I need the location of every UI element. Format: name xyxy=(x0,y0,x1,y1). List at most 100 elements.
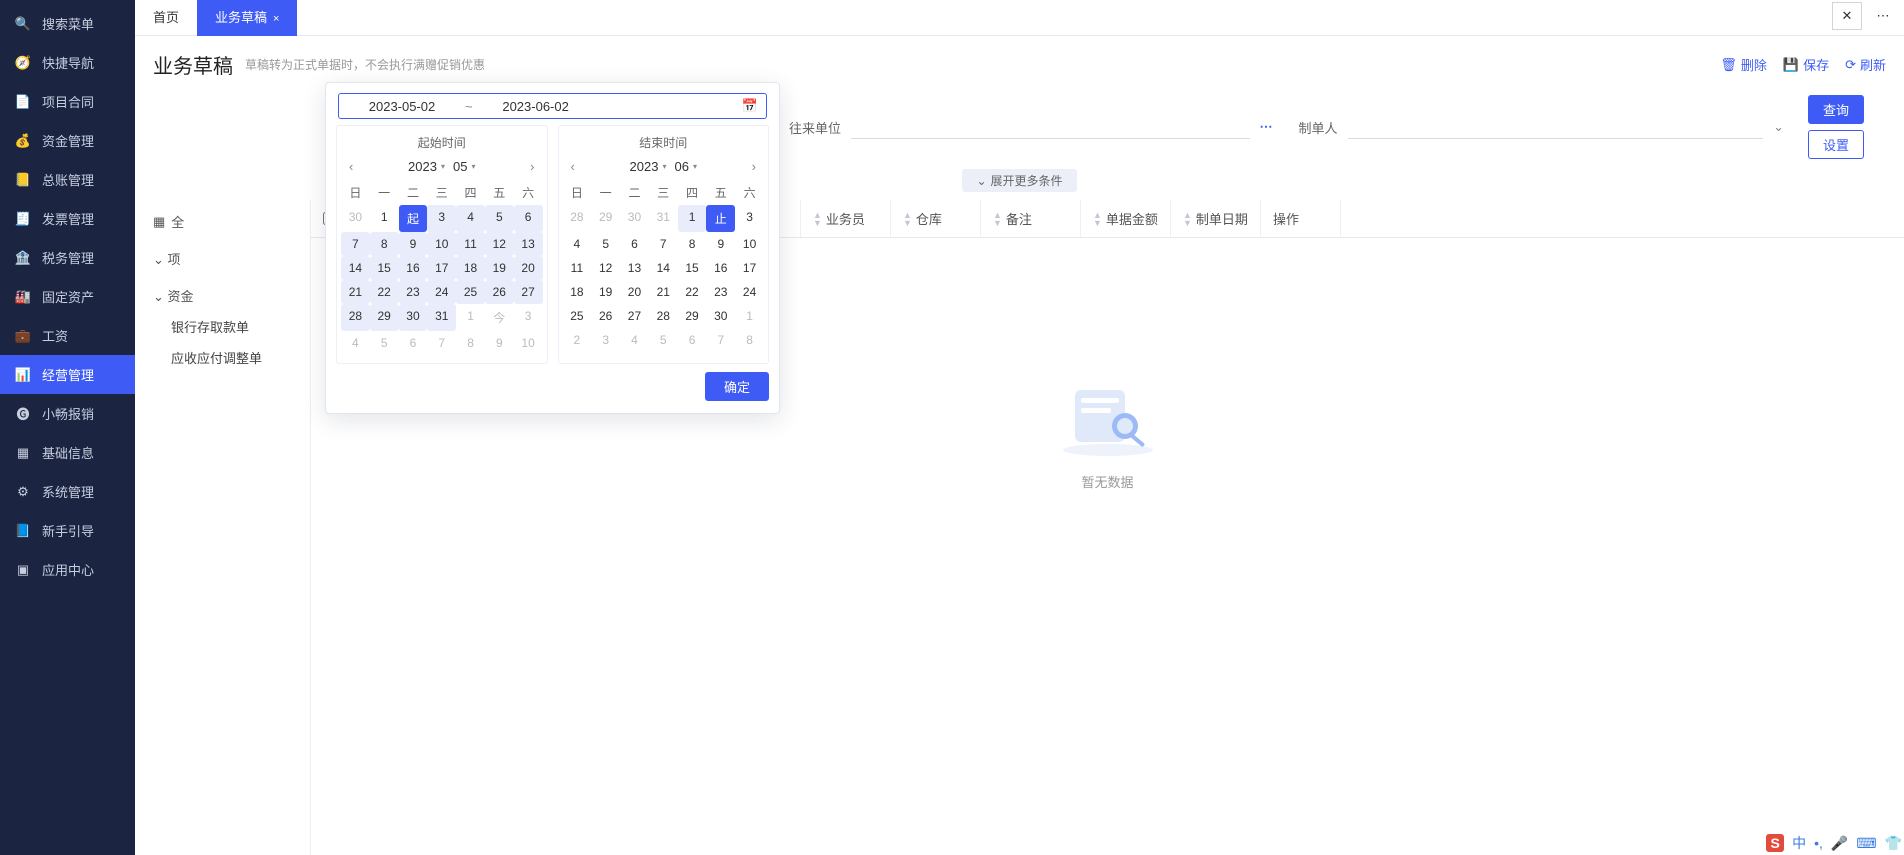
calendar-day[interactable]: 31 xyxy=(427,304,456,331)
calendar-day[interactable]: 起 xyxy=(399,205,428,232)
calendar-day[interactable]: 17 xyxy=(427,256,456,280)
sidebar-item-14[interactable]: ▣应用中心 xyxy=(0,550,135,589)
calendar-day[interactable]: 25 xyxy=(456,280,485,304)
next-month-icon[interactable]: › xyxy=(748,157,760,176)
calendar-day[interactable]: 28 xyxy=(341,304,370,331)
sidebar-item-10[interactable]: 🅖小畅报销 xyxy=(0,394,135,433)
calendar-day[interactable]: 3 xyxy=(427,205,456,232)
calendar-day[interactable]: 17 xyxy=(735,256,764,280)
calendar-day[interactable]: 7 xyxy=(341,232,370,256)
calendar-day[interactable]: 5 xyxy=(370,331,399,355)
calendar-day[interactable]: 11 xyxy=(456,232,485,256)
calendar-day[interactable]: 8 xyxy=(370,232,399,256)
calendar-day[interactable]: 3 xyxy=(514,304,543,331)
calendar-day[interactable]: 29 xyxy=(678,304,707,328)
calendar-day[interactable]: 1 xyxy=(735,304,764,328)
calendar-day[interactable]: 5 xyxy=(649,328,678,352)
calendar-icon[interactable]: 📅 xyxy=(742,98,758,114)
sort-icon[interactable]: ▲▼ xyxy=(813,211,822,227)
calendar-day[interactable]: 13 xyxy=(514,232,543,256)
left-item-1-0[interactable]: 银行存取款单 xyxy=(153,311,310,342)
calendar-day[interactable]: 18 xyxy=(563,280,592,304)
calendar-day[interactable]: 29 xyxy=(591,205,620,232)
calendar-day[interactable]: 5 xyxy=(485,205,514,232)
sidebar-item-12[interactable]: ⚙系统管理 xyxy=(0,472,135,511)
calendar-day[interactable]: 15 xyxy=(678,256,707,280)
column-3[interactable]: ▲▼业务员 xyxy=(801,200,891,237)
column-6[interactable]: ▲▼单据金额 xyxy=(1081,200,1171,237)
calendar-day[interactable]: 27 xyxy=(514,280,543,304)
calendar-day[interactable]: 25 xyxy=(563,304,592,328)
calendar-day[interactable]: 24 xyxy=(427,280,456,304)
expand-conditions-button[interactable]: ⌄ 展开更多条件 xyxy=(962,169,1076,192)
calendar-day[interactable]: 30 xyxy=(341,205,370,232)
sidebar-item-11[interactable]: ▦基础信息 xyxy=(0,433,135,472)
sidebar-item-13[interactable]: 📘新手引导 xyxy=(0,511,135,550)
left-all[interactable]: ▦ 全 xyxy=(153,212,310,231)
calendar-day[interactable]: 15 xyxy=(370,256,399,280)
sidebar-item-3[interactable]: 💰资金管理 xyxy=(0,121,135,160)
calendar-day[interactable]: 9 xyxy=(399,232,428,256)
mic-icon[interactable]: 🎤 xyxy=(1831,835,1848,852)
sidebar-item-6[interactable]: 🏦税务管理 xyxy=(0,238,135,277)
calendar-day[interactable]: 1 xyxy=(370,205,399,232)
calendar-day[interactable]: 9 xyxy=(485,331,514,355)
calendar-day[interactable]: 27 xyxy=(620,304,649,328)
year-select[interactable]: 2023▾ xyxy=(630,159,667,174)
calendar-day[interactable]: 30 xyxy=(399,304,428,331)
calendar-day[interactable]: 10 xyxy=(514,331,543,355)
sort-icon[interactable]: ▲▼ xyxy=(1093,211,1102,227)
calendar-day[interactable]: 23 xyxy=(706,280,735,304)
refresh-button[interactable]: ⟳ 刷新 xyxy=(1845,55,1886,74)
calendar-day[interactable]: 21 xyxy=(649,280,678,304)
keyboard-icon[interactable]: ⌨ xyxy=(1856,835,1876,852)
calendar-day[interactable]: 1 xyxy=(456,304,485,331)
sidebar-item-1[interactable]: 🧭快捷导航 xyxy=(0,43,135,82)
tab-drafts[interactable]: 业务草稿× xyxy=(197,0,297,36)
calendar-day[interactable]: 14 xyxy=(341,256,370,280)
calendar-day[interactable]: 10 xyxy=(427,232,456,256)
calendar-day[interactable]: 21 xyxy=(341,280,370,304)
calendar-day[interactable]: 7 xyxy=(649,232,678,256)
calendar-day[interactable]: 3 xyxy=(591,328,620,352)
calendar-day[interactable]: 13 xyxy=(620,256,649,280)
calendar-day[interactable]: 今 xyxy=(485,304,514,331)
sidebar-item-7[interactable]: 🏭固定资产 xyxy=(0,277,135,316)
calendar-day[interactable]: 6 xyxy=(514,205,543,232)
chevron-down-icon[interactable]: ⌄ xyxy=(1773,119,1784,135)
calendar-day[interactable]: 18 xyxy=(456,256,485,280)
shirt-icon[interactable]: 👕 xyxy=(1885,835,1902,852)
calendar-day[interactable]: 20 xyxy=(620,280,649,304)
calendar-day[interactable]: 22 xyxy=(370,280,399,304)
save-button[interactable]: 💾 保存 xyxy=(1783,55,1829,74)
calendar-day[interactable]: 6 xyxy=(399,331,428,355)
calendar-day[interactable]: 5 xyxy=(591,232,620,256)
calendar-day[interactable]: 3 xyxy=(735,205,764,232)
calendar-day[interactable]: 28 xyxy=(563,205,592,232)
calendar-day[interactable]: 1 xyxy=(678,205,707,232)
calendar-day[interactable]: 12 xyxy=(591,256,620,280)
sidebar-item-0[interactable]: 🔍搜索菜单 xyxy=(0,4,135,43)
column-8[interactable]: 操作 xyxy=(1261,200,1341,237)
calendar-day[interactable]: 31 xyxy=(649,205,678,232)
query-button[interactable]: 查询 xyxy=(1808,95,1864,124)
calendar-day[interactable]: 19 xyxy=(591,280,620,304)
next-month-icon[interactable]: › xyxy=(526,157,538,176)
calendar-day[interactable]: 7 xyxy=(706,328,735,352)
left-group-1[interactable]: ⌄ 资金 xyxy=(153,286,310,305)
calendar-day[interactable]: 23 xyxy=(399,280,428,304)
calendar-day[interactable]: 19 xyxy=(485,256,514,280)
date-end-input[interactable] xyxy=(481,99,591,114)
left-group-0[interactable]: ⌄ 项 xyxy=(153,249,310,268)
calendar-day[interactable]: 4 xyxy=(563,232,592,256)
calendar-day[interactable]: 8 xyxy=(456,331,485,355)
sort-icon[interactable]: ▲▼ xyxy=(1183,211,1192,227)
calendar-day[interactable]: 28 xyxy=(649,304,678,328)
calendar-day[interactable]: 16 xyxy=(706,256,735,280)
date-start-input[interactable] xyxy=(347,99,457,114)
delete-button[interactable]: 🗑 删除 xyxy=(1720,55,1767,74)
partner-input[interactable] xyxy=(851,115,1249,139)
calendar-day[interactable]: 4 xyxy=(341,331,370,355)
sidebar-item-8[interactable]: 💼工资 xyxy=(0,316,135,355)
left-item-1-1[interactable]: 应收应付调整单 xyxy=(153,342,310,373)
